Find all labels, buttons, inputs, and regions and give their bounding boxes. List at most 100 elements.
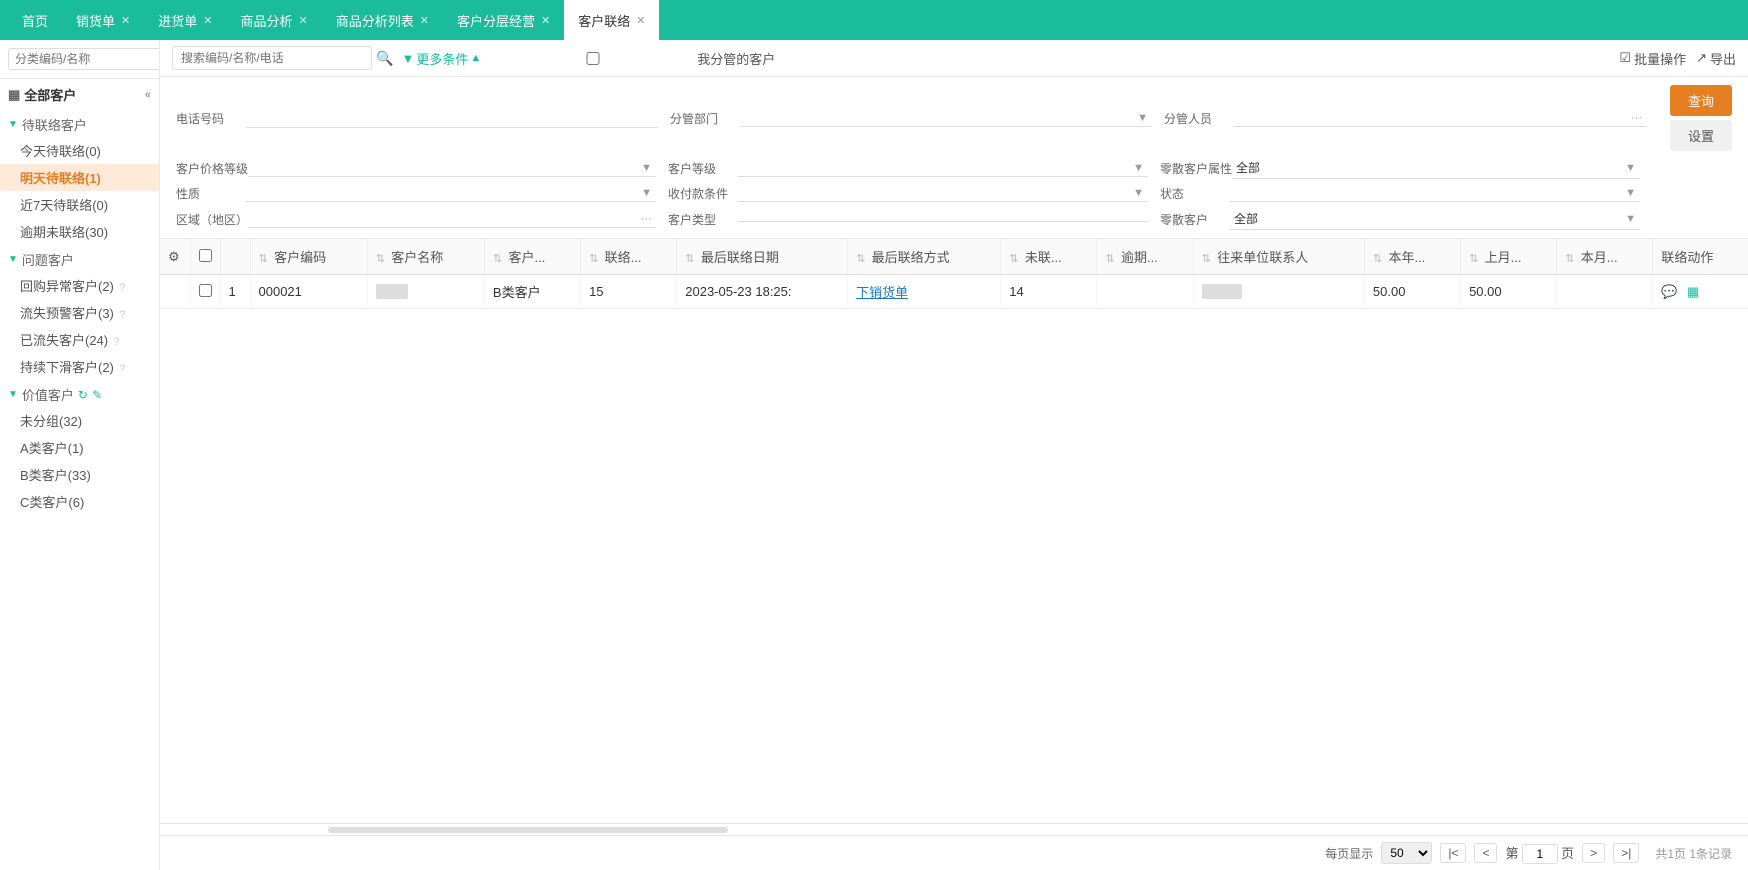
help-icon-2: ?	[113, 336, 119, 348]
th-last-contact-date[interactable]: ⇅ 最后联络日期	[677, 239, 848, 275]
row-last-contact-date-cell: 2023-05-23 18:25:	[677, 275, 848, 309]
nature-select[interactable]: ▼	[246, 185, 656, 202]
sidebar-item-class-a[interactable]: A类客户(1)	[0, 434, 159, 461]
first-page-button[interactable]: |<	[1440, 843, 1466, 863]
blurred-person	[1202, 284, 1242, 299]
action-chat-icon[interactable]: 💬	[1661, 284, 1677, 299]
export-button[interactable]: ↗ 导出	[1696, 49, 1736, 68]
select-all-checkbox[interactable]	[199, 249, 212, 262]
sidebar-item-ungrouped[interactable]: 未分组(32)	[0, 407, 159, 434]
th-type[interactable]: ⇅ 客户...	[484, 239, 580, 275]
customer-type-field: 客户类型	[668, 211, 1148, 228]
th-code[interactable]: ⇅ 客户编码	[250, 239, 367, 275]
per-page-select[interactable]: 50 100 200	[1381, 842, 1432, 864]
row-no-contact-cell: 14	[1001, 275, 1097, 309]
th-this-month[interactable]: ⇅ 本月...	[1557, 239, 1653, 275]
payment-chevron-icon: ▼	[1133, 187, 1144, 199]
th-name[interactable]: ⇅ 客户名称	[367, 239, 484, 275]
th-this-year[interactable]: ⇅ 本年...	[1364, 239, 1460, 275]
problem-group-label: ▼ 问题客户	[0, 245, 159, 272]
close-product-analysis-icon[interactable]: ✕	[299, 14, 308, 27]
filter-search-button[interactable]: 🔍	[376, 50, 393, 67]
region-more-icon: ···	[641, 213, 652, 225]
region-select[interactable]: ···	[248, 211, 656, 228]
sort-icon-type: ⇅	[493, 253, 502, 265]
last-page-button[interactable]: >|	[1613, 843, 1639, 863]
close-purchase-order-icon[interactable]: ✕	[203, 14, 212, 27]
price-level-select[interactable]: ▼	[248, 160, 656, 177]
sidebar-item-declining[interactable]: 持续下滑客户(2) ?	[0, 353, 159, 380]
sidebar-search-input[interactable]	[8, 48, 160, 70]
batch-operation-button[interactable]: ☑ 批量操作	[1619, 49, 1686, 68]
close-product-analysis-list-icon[interactable]: ✕	[420, 14, 429, 27]
page-number-input[interactable]	[1522, 844, 1558, 864]
customer-level-select[interactable]: ▼	[738, 160, 1148, 177]
retail-attr-chevron-icon: ▼	[1625, 162, 1636, 174]
payment-select[interactable]: ▼	[738, 185, 1148, 202]
sidebar: 🔍 ▦ 全部客户 « ▼ 待联络客户 今天待联络(0) 明天待联络(1) 近7天…	[0, 40, 160, 870]
row-number-cell: 1	[220, 275, 250, 309]
retail-attr-select[interactable]: 全部 ▼	[1232, 157, 1640, 179]
search-input[interactable]	[172, 46, 372, 70]
sidebar-item-tomorrow-contact[interactable]: 明天待联络(1)	[0, 164, 159, 191]
sidebar-collapse-btn[interactable]: «	[145, 89, 151, 101]
query-button[interactable]: 查询	[1670, 85, 1732, 116]
all-customers-header[interactable]: ▦ 全部客户 «	[0, 79, 159, 110]
status-select[interactable]: ▼	[1230, 185, 1640, 202]
th-no-contact[interactable]: ⇅ 未联...	[1001, 239, 1097, 275]
th-contacts-person[interactable]: ⇅ 往来单位联系人	[1193, 239, 1364, 275]
nav-product-analysis[interactable]: 商品分析 ✕	[226, 0, 321, 40]
th-contacts[interactable]: ⇅ 联络...	[581, 239, 677, 275]
value-group-edit-icon[interactable]: ✎	[92, 388, 102, 402]
horizontal-scrollbar[interactable]	[328, 827, 728, 833]
status-chevron-icon: ▼	[1625, 187, 1636, 199]
th-checkbox	[190, 239, 220, 275]
retail-customer-select[interactable]: 全部 ▼	[1230, 208, 1640, 230]
close-customer-contact-icon[interactable]: ✕	[636, 14, 645, 27]
page-info: 第 页	[1505, 843, 1574, 864]
sidebar-item-overdue-contact[interactable]: 逾期未联络(30)	[0, 218, 159, 245]
close-sales-order-icon[interactable]: ✕	[121, 14, 130, 27]
nav-purchase-order[interactable]: 进货单 ✕	[144, 0, 226, 40]
sidebar-item-churn-warning[interactable]: 流失预警客户(3) ?	[0, 299, 159, 326]
row-last-month-cell: 50.00	[1461, 275, 1557, 309]
action-grid-icon[interactable]: ▦	[1687, 284, 1699, 299]
help-icon-0: ?	[119, 282, 125, 294]
filter-row-4: 区域（地区） ··· 客户类型 零散客户 全部 ▼	[176, 208, 1732, 230]
settings-icon[interactable]: ⚙	[168, 249, 180, 264]
nav-home[interactable]: 首页	[8, 0, 62, 40]
nav-sales-order[interactable]: 销货单 ✕	[62, 0, 144, 40]
th-number	[220, 239, 250, 275]
close-customer-stratification-icon[interactable]: ✕	[541, 14, 550, 27]
nav-customer-contact[interactable]: 客户联络 ✕	[564, 0, 659, 40]
contact-method-link[interactable]: 下销货单	[856, 285, 908, 300]
prev-page-button[interactable]: <	[1474, 843, 1497, 863]
total-info: 共1页 1条记录	[1655, 845, 1732, 862]
sidebar-item-class-c[interactable]: C类客户(6)	[0, 488, 159, 515]
th-last-month[interactable]: ⇅ 上月...	[1461, 239, 1557, 275]
th-overdue[interactable]: ⇅ 逾期...	[1097, 239, 1193, 275]
row-contacts-cell: 15	[581, 275, 677, 309]
sidebar-item-class-b[interactable]: B类客户(33)	[0, 461, 159, 488]
nav-customer-stratification[interactable]: 客户分层经营 ✕	[443, 0, 564, 40]
settings-button[interactable]: 设置	[1670, 120, 1732, 151]
my-customers-checkbox-label[interactable]: 我分管的客户	[493, 49, 775, 68]
nav-product-analysis-list[interactable]: 商品分析列表 ✕	[322, 0, 443, 40]
sort-icon-contacts: ⇅	[589, 253, 598, 265]
person-select[interactable]: ···	[1234, 110, 1646, 127]
next-page-button[interactable]: >	[1582, 843, 1605, 863]
my-customers-checkbox[interactable]	[493, 52, 693, 65]
pending-group-label: ▼ 待联络客户	[0, 110, 159, 137]
row-checkbox[interactable]	[199, 284, 212, 297]
customer-type-select[interactable]	[738, 217, 1148, 222]
sidebar-item-abnormal-purchase[interactable]: 回购异常客户(2) ?	[0, 272, 159, 299]
phone-input[interactable]	[246, 109, 658, 128]
th-last-contact-method[interactable]: ⇅ 最后联络方式	[848, 239, 1001, 275]
sidebar-item-7days-contact[interactable]: 近7天待联络(0)	[0, 191, 159, 218]
sidebar-item-today-contact[interactable]: 今天待联络(0)	[0, 137, 159, 164]
value-group-refresh-icon[interactable]: ↻	[78, 388, 88, 402]
filter-more-conditions-button[interactable]: ▼ 更多条件 ▲	[401, 49, 481, 68]
dept-select[interactable]: ▼	[740, 110, 1152, 127]
sort-icon-date: ⇅	[685, 253, 694, 265]
sidebar-item-churned[interactable]: 已流失客户(24) ?	[0, 326, 159, 353]
